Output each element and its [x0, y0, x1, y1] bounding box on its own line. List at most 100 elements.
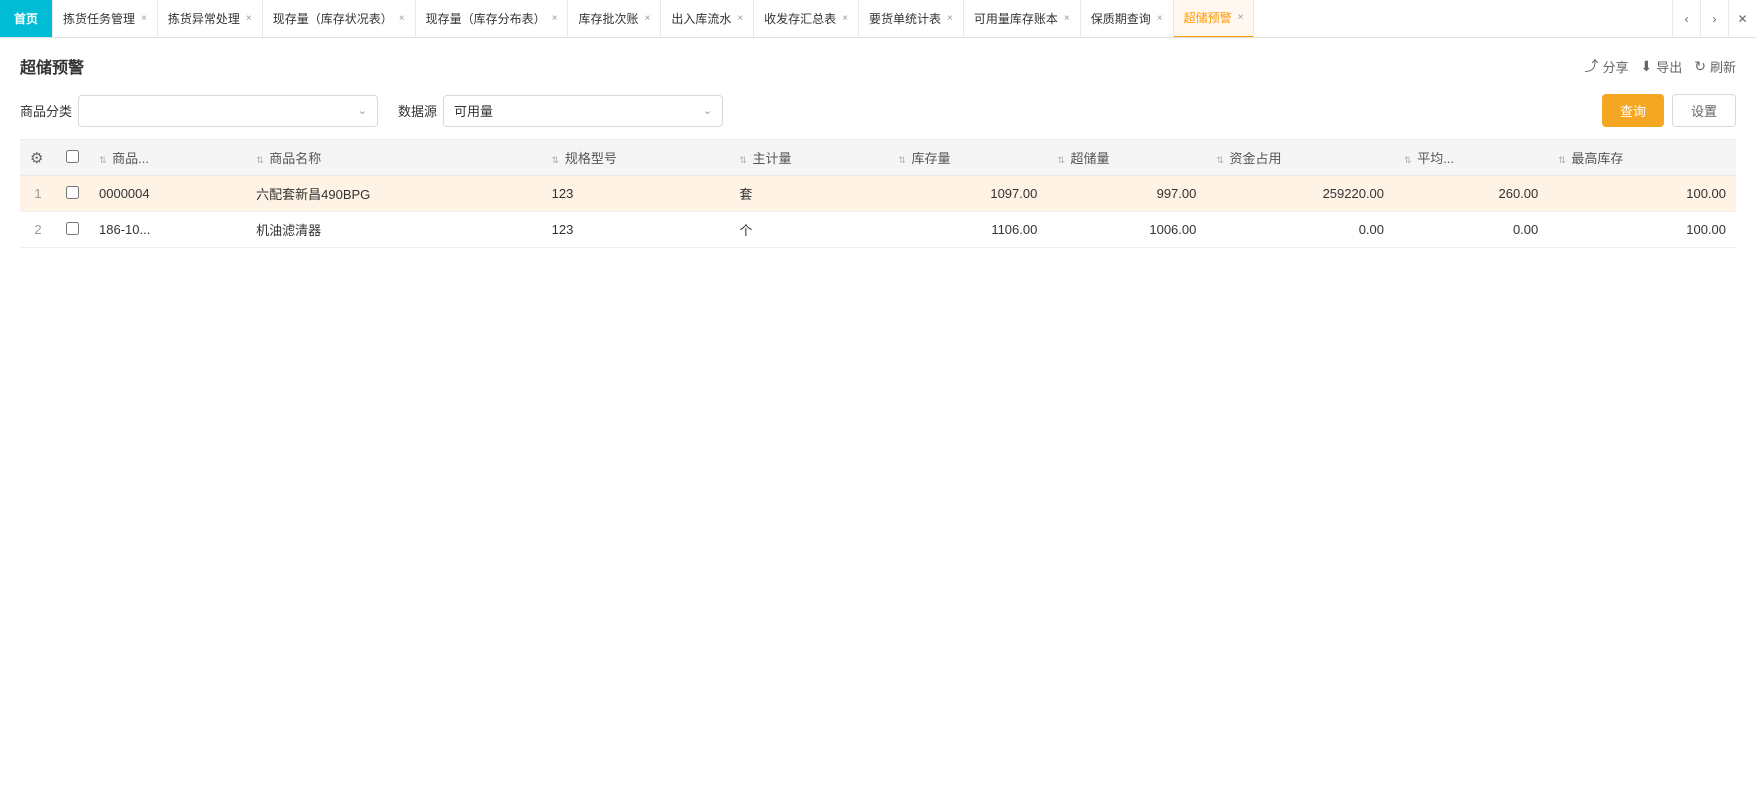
nav-tab-close-7[interactable]: × [947, 13, 953, 24]
col-unit: ⇅ 主计量 [729, 140, 888, 176]
nav-tab-label-4: 库存批次账 [578, 10, 638, 27]
col-spec: ⇅ 规格型号 [542, 140, 730, 176]
row-name-1: 机油滤清器 [246, 212, 542, 248]
table-header-row: ⚙ ⇅ 商品... ⇅ 商品名称 ⇅ 规格型号 ⇅ [20, 140, 1736, 176]
col-spec-label: 规格型号 [565, 151, 617, 166]
nav-tab-label-1: 拣货异常处理 [168, 10, 240, 27]
category-select[interactable]: ⌄ [78, 95, 378, 127]
export-icon: ⬇ [1641, 58, 1653, 75]
nav-tab-close-5[interactable]: × [737, 13, 743, 24]
row-select-0[interactable] [66, 186, 79, 199]
row-max-1: 100.00 [1548, 212, 1736, 248]
nav-tab-close-8[interactable]: × [1064, 13, 1070, 24]
row-over-1: 1006.00 [1047, 212, 1206, 248]
row-spec-1: 123 [542, 212, 730, 248]
datasource-value: 可用量 [454, 101, 493, 120]
col-max: ⇅ 最高库存 [1548, 140, 1736, 176]
nav-tab-0[interactable]: 拣货任务管理 × [53, 0, 158, 38]
page-title: 超储预警 [20, 54, 84, 78]
row-code-1: 186-10... [89, 212, 246, 248]
col-capital-label: 资金占用 [1230, 151, 1282, 166]
export-action[interactable]: ⬇ 导出 [1641, 57, 1683, 76]
nav-tab-label-5: 出入库流水 [671, 10, 731, 27]
data-table: ⚙ ⇅ 商品... ⇅ 商品名称 ⇅ 规格型号 ⇅ [20, 139, 1736, 248]
row-num-0: 1 [20, 176, 56, 212]
row-stock-1: 1106.00 [888, 212, 1047, 248]
settings-gear-icon[interactable]: ⚙ [30, 150, 43, 167]
settings-button[interactable]: 设置 [1672, 94, 1736, 127]
row-avg-1: 0.00 [1394, 212, 1548, 248]
sort-icon-name: ⇅ [256, 155, 264, 165]
page-content: 超储预警 ⤴ 分享 ⬇ 导出 ↻ 刷新 商品分类 ⌄ 数据源 [0, 38, 1756, 800]
row-name-0: 六配套新昌490BPG [246, 176, 542, 212]
filter-datasource: 数据源 可用量 ⌄ [398, 95, 723, 127]
row-spec-0: 123 [542, 176, 730, 212]
col-capital: ⇅ 资金占用 [1206, 140, 1394, 176]
nav-tab-close-6[interactable]: × [842, 13, 848, 24]
nav-arrow-left[interactable]: ‹ [1672, 0, 1700, 38]
table-row: 2 186-10... 机油滤清器 123 个 1106.00 1006.00 … [20, 212, 1736, 248]
col-unit-label: 主计量 [752, 151, 791, 166]
nav-tab-8[interactable]: 可用量库存账本 × [964, 0, 1081, 38]
nav-tab-close-4[interactable]: × [644, 13, 650, 24]
nav-tab-label-3: 现存量（库存分布表） [426, 10, 546, 27]
nav-tab-label-6: 收发存汇总表 [764, 10, 836, 27]
datasource-select[interactable]: 可用量 ⌄ [443, 95, 723, 127]
nav-tab-5[interactable]: 出入库流水 × [661, 0, 754, 38]
filter-row: 商品分类 ⌄ 数据源 可用量 ⌄ 查询 设置 [20, 94, 1736, 127]
nav-arrow-close[interactable]: ✕ [1728, 0, 1756, 38]
row-stock-0: 1097.00 [888, 176, 1047, 212]
col-name: ⇅ 商品名称 [246, 140, 542, 176]
query-button[interactable]: 查询 [1602, 94, 1664, 127]
refresh-action[interactable]: ↻ 刷新 [1694, 57, 1736, 76]
row-unit-1: 个 [729, 212, 888, 248]
export-label: 导出 [1656, 57, 1682, 76]
row-num-1: 2 [20, 212, 56, 248]
row-max-0: 100.00 [1548, 176, 1736, 212]
filter-actions: 查询 设置 [1602, 94, 1736, 127]
row-select-1[interactable] [66, 222, 79, 235]
nav-arrow-right[interactable]: › [1700, 0, 1728, 38]
nav-tab-close-1[interactable]: × [246, 13, 252, 24]
nav-tab-7[interactable]: 要货单统计表 × [859, 0, 964, 38]
category-label: 商品分类 [20, 101, 72, 120]
col-stock: ⇅ 库存量 [888, 140, 1047, 176]
datasource-label: 数据源 [398, 101, 437, 120]
sort-icon-code: ⇅ [99, 155, 107, 165]
nav-tab-4[interactable]: 库存批次账 × [568, 0, 661, 38]
nav-tab-close-0[interactable]: × [141, 13, 147, 24]
row-capital-1: 0.00 [1206, 212, 1394, 248]
nav-tab-3[interactable]: 现存量（库存分布表） × [416, 0, 569, 38]
col-avg: ⇅ 平均... [1394, 140, 1548, 176]
nav-tab-close-2[interactable]: × [399, 13, 405, 24]
col-code-label: 商品... [112, 151, 149, 166]
sort-icon-spec: ⇅ [552, 155, 560, 165]
row-avg-0: 260.00 [1394, 176, 1548, 212]
nav-tab-10[interactable]: 超储预警 × [1174, 0, 1255, 38]
nav-tab-label-10: 超储预警 [1184, 9, 1232, 26]
header-actions: ⤴ 分享 ⬇ 导出 ↻ 刷新 [1584, 56, 1736, 76]
nav-tab-6[interactable]: 收发存汇总表 × [754, 0, 859, 38]
nav-tab-close-9[interactable]: × [1157, 13, 1163, 24]
share-action[interactable]: ⤴ 分享 [1584, 56, 1628, 76]
sort-icon-max: ⇅ [1558, 155, 1566, 165]
datasource-arrow-icon: ⌄ [703, 104, 712, 117]
share-label: 分享 [1602, 57, 1628, 76]
sort-icon-capital: ⇅ [1216, 155, 1224, 165]
sort-icon-avg: ⇅ [1404, 155, 1412, 165]
col-stock-label: 库存量 [912, 151, 951, 166]
category-arrow-icon: ⌄ [358, 104, 367, 117]
nav-tab-close-3[interactable]: × [552, 13, 558, 24]
col-name-label: 商品名称 [269, 151, 321, 166]
nav-tab-1[interactable]: 拣货异常处理 × [158, 0, 263, 38]
share-icon: ⤴ [1584, 56, 1598, 76]
nav-tab-label-0: 拣货任务管理 [63, 10, 135, 27]
nav-tab-close-10[interactable]: × [1238, 12, 1244, 23]
row-checkbox-cell-0 [56, 176, 89, 212]
nav-tab-2[interactable]: 现存量（库存状况表） × [263, 0, 416, 38]
nav-tab-label-8: 可用量库存账本 [974, 10, 1058, 27]
table-row: 1 0000004 六配套新昌490BPG 123 套 1097.00 997.… [20, 176, 1736, 212]
select-all-checkbox[interactable] [66, 150, 79, 163]
nav-tab-9[interactable]: 保质期查询 × [1081, 0, 1174, 38]
nav-home[interactable]: 首页 [0, 0, 53, 38]
